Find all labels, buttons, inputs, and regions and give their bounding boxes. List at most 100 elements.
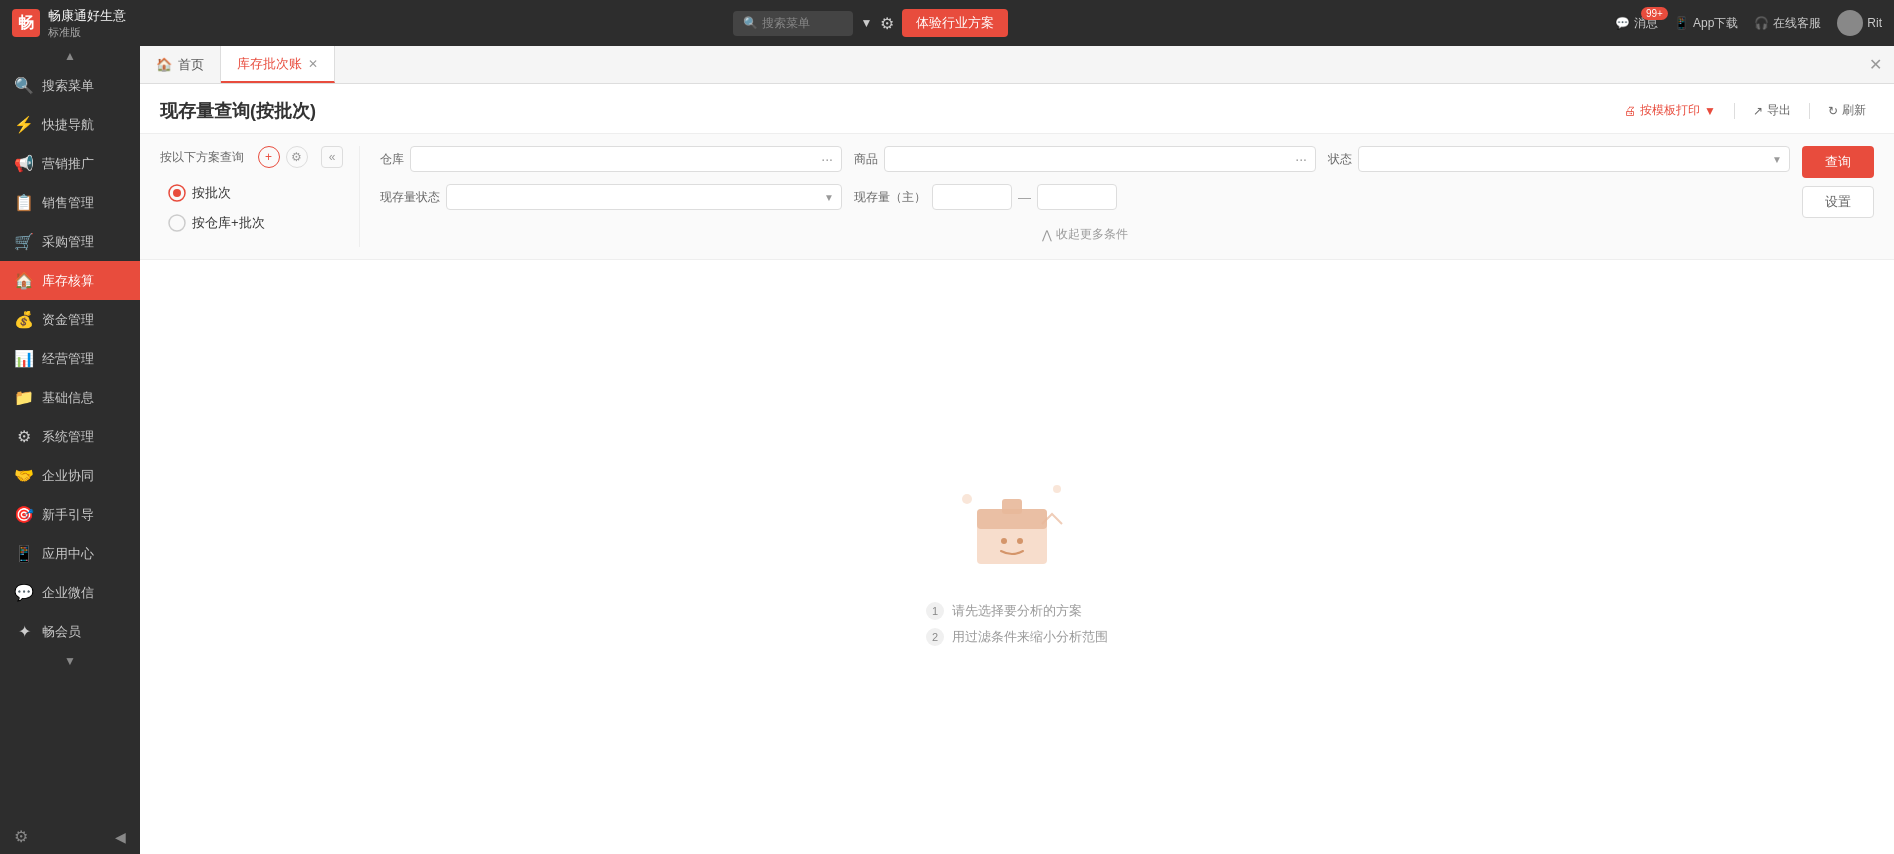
online-service-button[interactable]: 🎧 在线客服 <box>1754 15 1821 32</box>
sidebar-label-guide: 新手引导 <box>42 506 94 524</box>
status-label: 状态 <box>1328 151 1352 168</box>
top-bar-right: 💬 消息 99+ 📱 App下载 🎧 在线客服 Rit <box>1615 10 1882 36</box>
top-bar: 畅 畅康通好生意 标准版 🔍 搜索菜单 ▼ ⚙ 体验行业方案 💬 消息 99+ … <box>0 0 1894 46</box>
empty-tips: 1 请先选择要分析的方案 2 用过滤条件来缩小分析范围 <box>926 602 1108 646</box>
app-download-button[interactable]: 📱 App下载 <box>1674 15 1738 32</box>
sidebar-scroll-down[interactable]: ▼ <box>0 651 140 671</box>
sidebar-item-enterprise[interactable]: 🤝 企业协同 <box>0 456 140 495</box>
sidebar-item-search[interactable]: 🔍 搜索菜单 <box>0 66 140 105</box>
warehouse-dots-button[interactable]: ··· <box>813 147 841 171</box>
status-select[interactable] <box>1358 146 1790 172</box>
target-icon: 🎯 <box>14 505 34 524</box>
scheme-item-by-batch[interactable]: 按批次 <box>160 178 343 208</box>
sidebar-label-inventory: 库存核算 <box>42 272 94 290</box>
messages-badge: 99+ <box>1641 7 1668 20</box>
message-icon: 💬 <box>1615 16 1630 30</box>
sidebar-item-system[interactable]: ⚙ 系统管理 <box>0 417 140 456</box>
clipboard-icon: 📋 <box>14 193 34 212</box>
svg-point-6 <box>1001 538 1007 544</box>
sidebar-settings-icon[interactable]: ⚙ <box>14 827 28 846</box>
product-dots-button[interactable]: ··· <box>1287 147 1315 171</box>
scheme-item-icon-warehouse-batch <box>168 214 186 232</box>
sidebar-item-marketing[interactable]: 📢 营销推广 <box>0 144 140 183</box>
settings-scheme-button[interactable]: ⚙ <box>286 146 308 168</box>
empty-state: 1 请先选择要分析的方案 2 用过滤条件来缩小分析范围 <box>140 260 1894 854</box>
empty-tip-1: 1 请先选择要分析的方案 <box>926 602 1108 620</box>
search-icon: 🔍 <box>14 76 34 95</box>
print-icon: 🖨 <box>1624 104 1636 118</box>
folder-icon: 📁 <box>14 388 34 407</box>
refresh-icon: ↻ <box>1828 104 1838 118</box>
app-title: 畅康通好生意 <box>48 7 126 25</box>
quantity-max-input[interactable] <box>1037 184 1117 210</box>
empty-illustration <box>957 469 1077 582</box>
sidebar-item-purchase[interactable]: 🛒 采购管理 <box>0 222 140 261</box>
sidebar-item-quick-nav[interactable]: ⚡ 快捷导航 <box>0 105 140 144</box>
sidebar-label-purchase: 采购管理 <box>42 233 94 251</box>
collapse-scheme-panel-button[interactable]: « <box>321 146 343 168</box>
collapse-more-button[interactable]: ⋀ 收起更多条件 <box>380 222 1790 247</box>
print-template-button[interactable]: 🖨 按模板打印 ▼ <box>1616 98 1724 123</box>
filter-fields-panel: 仓库 ··· 商品 <box>360 146 1874 247</box>
add-scheme-button[interactable]: + <box>258 146 280 168</box>
divider-2 <box>1809 103 1810 119</box>
inventory-status-label: 现存量状态 <box>380 189 440 206</box>
tab-inventory-batch[interactable]: 库存批次账 ✕ <box>221 46 335 83</box>
sidebar-label-app-center: 应用中心 <box>42 545 94 563</box>
scheme-label-by-batch: 按批次 <box>192 184 231 202</box>
sidebar-item-app-center[interactable]: 📱 应用中心 <box>0 534 140 573</box>
filter-scheme-label: 按以下方案查询 <box>160 149 244 166</box>
tab-home[interactable]: 🏠 首页 <box>140 46 221 83</box>
search-dropdown-icon[interactable]: ▼ <box>861 16 873 30</box>
menu-search-box[interactable]: 🔍 搜索菜单 <box>733 11 853 36</box>
quantity-dash: — <box>1018 190 1031 205</box>
scheme-label-by-warehouse-batch: 按仓库+批次 <box>192 214 265 232</box>
refresh-button[interactable]: ↻ 刷新 <box>1820 98 1874 123</box>
sidebar-collapse-icon[interactable]: ◀ <box>115 829 126 845</box>
sidebar-label-sales: 销售管理 <box>42 194 94 212</box>
sidebar-item-guide[interactable]: 🎯 新手引导 <box>0 495 140 534</box>
page-header-actions: 🖨 按模板打印 ▼ ↗ 导出 ↻ 刷新 <box>1616 98 1874 123</box>
sidebar-scroll-up[interactable]: ▲ <box>0 46 140 66</box>
export-label: 导出 <box>1767 102 1791 119</box>
sidebar-label-basic: 基础信息 <box>42 389 94 407</box>
quantity-min-input[interactable] <box>932 184 1012 210</box>
tip-text-2: 用过滤条件来缩小分析范围 <box>952 628 1108 646</box>
experience-industry-button[interactable]: 体验行业方案 <box>902 9 1008 37</box>
query-button[interactable]: 查询 <box>1802 146 1874 178</box>
tab-home-label: 首页 <box>178 56 204 74</box>
sidebar-label-search: 搜索菜单 <box>42 77 94 95</box>
tab-bar: 🏠 首页 库存批次账 ✕ ✕ <box>140 46 1894 84</box>
print-dropdown-icon: ▼ <box>1704 104 1716 118</box>
product-input[interactable] <box>885 147 1287 171</box>
sidebar-item-sales[interactable]: 📋 销售管理 <box>0 183 140 222</box>
export-button[interactable]: ↗ 导出 <box>1745 98 1799 123</box>
sidebar-item-wechat[interactable]: 💬 企业微信 <box>0 573 140 612</box>
sidebar-item-basic[interactable]: 📁 基础信息 <box>0 378 140 417</box>
user-avatar-area[interactable]: Rit <box>1837 10 1882 36</box>
sidebar-item-membership[interactable]: ✦ 畅会员 <box>0 612 140 651</box>
sidebar-label-enterprise: 企业协同 <box>42 467 94 485</box>
messages-button[interactable]: 💬 消息 99+ <box>1615 15 1658 32</box>
scheme-item-by-warehouse-batch[interactable]: 按仓库+批次 <box>160 208 343 238</box>
sidebar-label-system: 系统管理 <box>42 428 94 446</box>
svg-rect-5 <box>1002 499 1022 514</box>
sidebar-label-membership: 畅会员 <box>42 623 81 641</box>
warehouse-input[interactable] <box>411 147 813 171</box>
sidebar-item-inventory[interactable]: 🏠 库存核算 <box>0 261 140 300</box>
inventory-status-select[interactable] <box>446 184 842 210</box>
quantity-label: 现存量（主） <box>854 189 926 206</box>
setting-button[interactable]: 设置 <box>1802 186 1874 218</box>
sidebar-item-finance[interactable]: 💰 资金管理 <box>0 300 140 339</box>
page-content: 现存量查询(按批次) 🖨 按模板打印 ▼ ↗ 导出 ↻ 刷 <box>140 84 1894 854</box>
app-title-area: 畅康通好生意 标准版 <box>48 7 126 40</box>
divider-1 <box>1734 103 1735 119</box>
tab-bar-close-icon[interactable]: ✕ <box>1869 55 1882 74</box>
tab-close-icon[interactable]: ✕ <box>308 57 318 71</box>
search-icon: 🔍 <box>743 16 758 30</box>
tip-num-1: 1 <box>926 602 944 620</box>
money-icon: 💰 <box>14 310 34 329</box>
settings-gear-icon[interactable]: ⚙ <box>880 14 894 33</box>
sidebar-label-marketing: 营销推广 <box>42 155 94 173</box>
sidebar-item-operations[interactable]: 📊 经营管理 <box>0 339 140 378</box>
